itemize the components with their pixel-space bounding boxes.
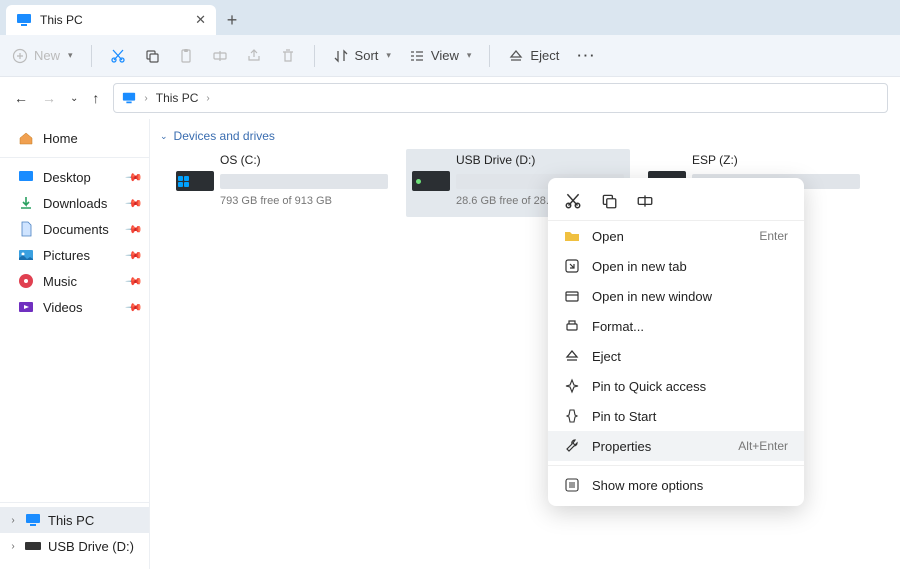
monitor-icon bbox=[122, 91, 136, 105]
chevron-right-icon: › bbox=[8, 515, 18, 526]
sort-button[interactable]: Sort ▾ bbox=[333, 48, 391, 64]
group-header[interactable]: ⌄ Devices and drives bbox=[156, 123, 894, 149]
sidebar-item-pictures[interactable]: Pictures 📌 bbox=[0, 242, 149, 268]
divider bbox=[548, 465, 804, 466]
drive-icon bbox=[176, 171, 214, 191]
eject-icon bbox=[564, 348, 580, 364]
tab-this-pc[interactable]: This PC ✕ bbox=[6, 5, 216, 35]
tab-bar: This PC ✕ + bbox=[0, 0, 900, 35]
pin-icon: 📌 bbox=[125, 298, 144, 317]
document-icon bbox=[18, 221, 34, 237]
music-icon bbox=[18, 273, 34, 289]
home-icon bbox=[18, 130, 34, 146]
pin-icon: 📌 bbox=[125, 194, 144, 213]
rename-icon[interactable] bbox=[212, 48, 228, 64]
chevron-right-icon: › bbox=[8, 541, 18, 552]
pin-icon: 📌 bbox=[125, 272, 144, 291]
pin-icon: 📌 bbox=[125, 246, 144, 265]
view-button[interactable]: View ▾ bbox=[409, 48, 471, 64]
nav-row: ← → ⌄ ↑ › This PC › bbox=[0, 77, 900, 119]
pin-icon bbox=[564, 378, 580, 394]
sidebar-tree: › This PC › USB Drive (D:) bbox=[0, 502, 149, 569]
sidebar-item-music[interactable]: Music 📌 bbox=[0, 268, 149, 294]
recent-dropdown[interactable]: ⌄ bbox=[70, 93, 78, 104]
share-icon[interactable] bbox=[246, 48, 262, 64]
eject-icon bbox=[508, 48, 524, 64]
eject-button[interactable]: Eject bbox=[508, 48, 559, 64]
folder-icon bbox=[564, 228, 580, 244]
divider bbox=[314, 45, 315, 67]
drive-icon bbox=[412, 171, 450, 191]
pin-icon: 📌 bbox=[125, 168, 144, 187]
drive-os-c[interactable]: OS (C:) 793 GB free of 913 GB bbox=[170, 149, 394, 217]
capacity-bar bbox=[220, 174, 388, 189]
ctx-open-new-tab[interactable]: Open in new tab bbox=[548, 251, 804, 281]
desktop-icon bbox=[18, 169, 34, 185]
ctx-pin-start[interactable]: Pin to Start bbox=[548, 401, 804, 431]
format-icon bbox=[564, 318, 580, 334]
paste-icon[interactable] bbox=[178, 48, 194, 64]
pin-icon: 📌 bbox=[125, 220, 144, 239]
breadcrumb-item[interactable]: This PC bbox=[156, 91, 199, 105]
chevron-down-icon: ▾ bbox=[386, 50, 391, 61]
sidebar: Home Desktop 📌 Downloads 📌 Documents 📌 P… bbox=[0, 119, 150, 569]
ctx-open[interactable]: Open Enter bbox=[548, 221, 804, 251]
ctx-open-new-window[interactable]: Open in new window bbox=[548, 281, 804, 311]
ctx-eject[interactable]: Eject bbox=[548, 341, 804, 371]
tree-this-pc[interactable]: › This PC bbox=[0, 507, 149, 533]
ctx-show-more[interactable]: Show more options bbox=[548, 470, 804, 500]
monitor-icon bbox=[25, 512, 41, 528]
divider bbox=[489, 45, 490, 67]
address-bar[interactable]: › This PC › bbox=[113, 83, 888, 113]
new-tab-button[interactable]: + bbox=[216, 5, 248, 35]
sidebar-item-videos[interactable]: Videos 📌 bbox=[0, 294, 149, 320]
new-window-icon bbox=[564, 288, 580, 304]
ctx-pin-quick-access[interactable]: Pin to Quick access bbox=[548, 371, 804, 401]
sort-icon bbox=[333, 48, 349, 64]
sidebar-home[interactable]: Home bbox=[0, 125, 149, 151]
copy-icon[interactable] bbox=[600, 192, 618, 210]
copy-icon[interactable] bbox=[144, 48, 160, 64]
divider bbox=[91, 45, 92, 67]
close-icon[interactable]: ✕ bbox=[195, 12, 206, 28]
chevron-down-icon: ▾ bbox=[68, 50, 73, 61]
ctx-properties[interactable]: Properties Alt+Enter bbox=[548, 431, 804, 461]
back-button[interactable]: ← bbox=[14, 90, 28, 106]
tree-usb[interactable]: › USB Drive (D:) bbox=[0, 533, 149, 559]
context-menu: Open Enter Open in new tab Open in new w… bbox=[548, 178, 804, 506]
plus-circle-icon bbox=[12, 48, 28, 64]
chevron-down-icon: ▾ bbox=[467, 50, 472, 61]
toolbar: New ▾ Sort ▾ View ▾ Eject ··· bbox=[0, 35, 900, 77]
pin-icon bbox=[564, 408, 580, 424]
sidebar-item-desktop[interactable]: Desktop 📌 bbox=[0, 164, 149, 190]
delete-icon[interactable] bbox=[280, 48, 296, 64]
monitor-icon bbox=[16, 12, 32, 28]
new-button[interactable]: New ▾ bbox=[12, 48, 73, 64]
download-icon bbox=[18, 195, 34, 211]
more-options-icon bbox=[564, 477, 580, 493]
tab-title: This PC bbox=[40, 13, 187, 27]
chevron-down-icon: ⌄ bbox=[160, 131, 168, 142]
sidebar-item-documents[interactable]: Documents 📌 bbox=[0, 216, 149, 242]
videos-icon bbox=[18, 299, 34, 315]
cut-icon[interactable] bbox=[110, 48, 126, 64]
nav-arrows: ← → ⌄ ↑ bbox=[0, 90, 113, 106]
chevron-right-icon: › bbox=[144, 93, 147, 104]
chevron-right-icon: › bbox=[206, 93, 209, 104]
divider bbox=[0, 157, 149, 158]
new-tab-icon bbox=[564, 258, 580, 274]
cut-icon[interactable] bbox=[564, 192, 582, 210]
sidebar-item-downloads[interactable]: Downloads 📌 bbox=[0, 190, 149, 216]
ctx-format[interactable]: Format... bbox=[548, 311, 804, 341]
more-button[interactable]: ··· bbox=[577, 48, 596, 63]
up-button[interactable]: ↑ bbox=[92, 90, 99, 106]
context-icon-row bbox=[548, 184, 804, 221]
rename-icon[interactable] bbox=[636, 192, 654, 210]
wrench-icon bbox=[564, 438, 580, 454]
pictures-icon bbox=[18, 247, 34, 263]
view-icon bbox=[409, 48, 425, 64]
forward-button[interactable]: → bbox=[42, 90, 56, 106]
drive-icon bbox=[25, 538, 41, 554]
